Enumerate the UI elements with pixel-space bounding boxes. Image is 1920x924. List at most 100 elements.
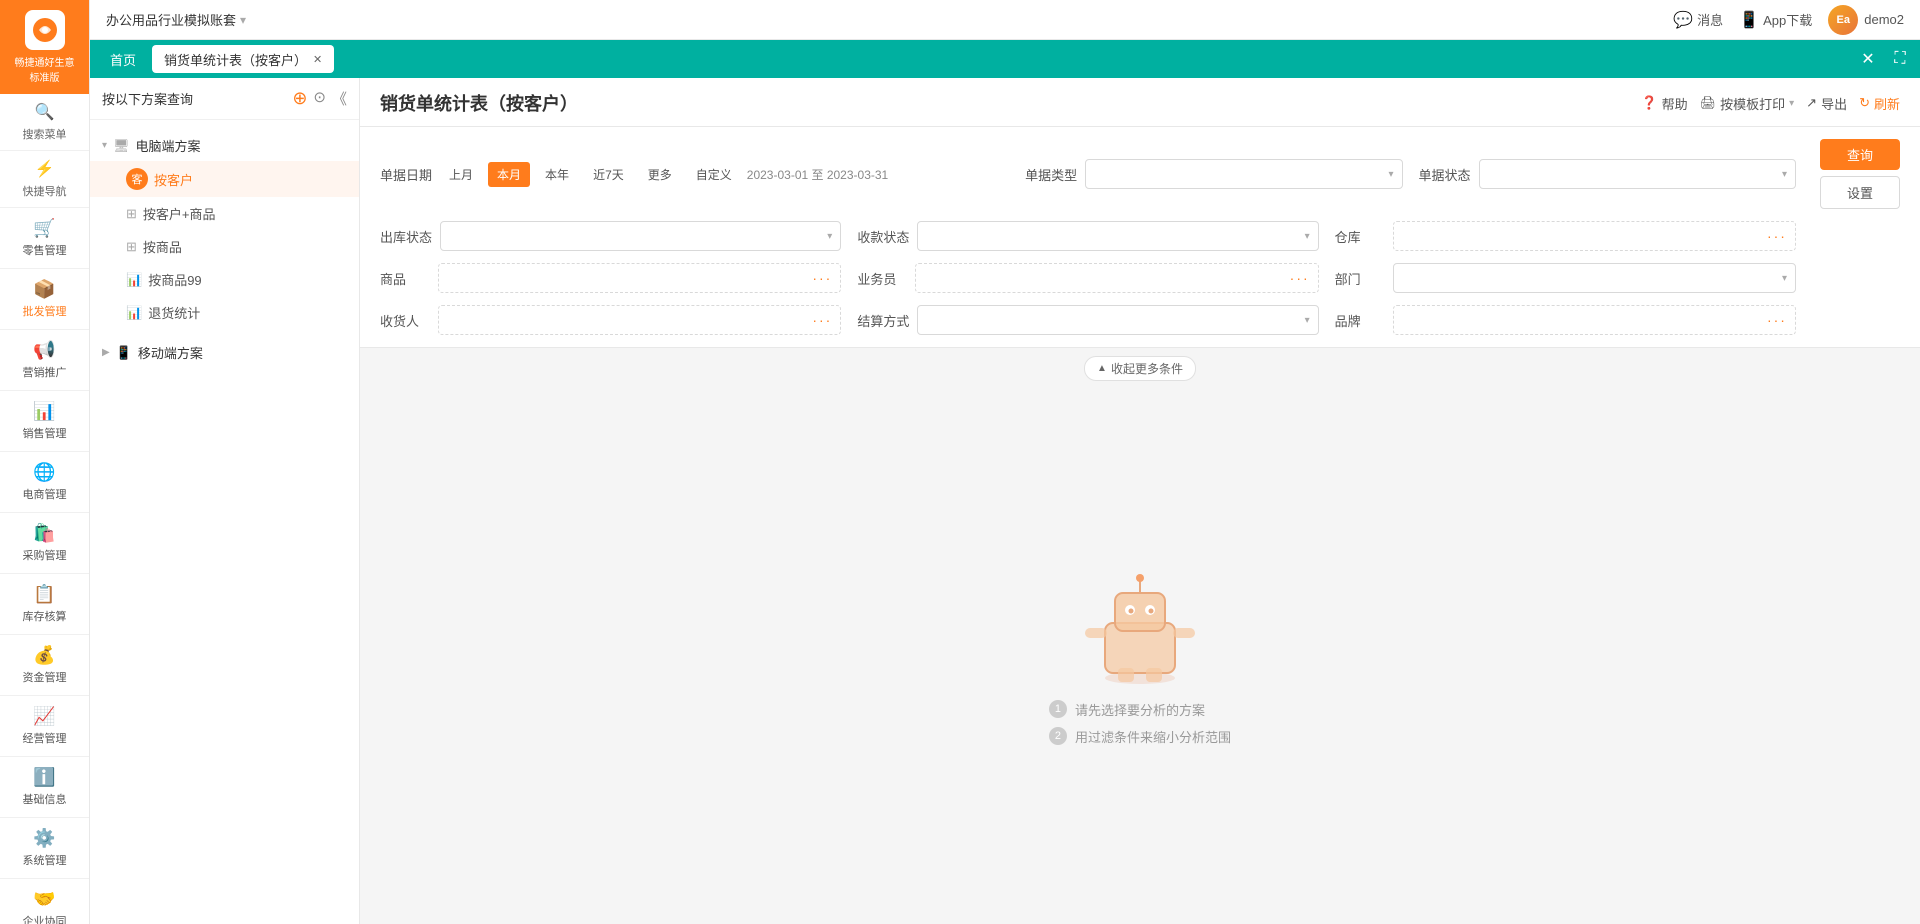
filter-row-2: 出库状态 ▾ 收款状态 ▾ 仓库 [380, 221, 1900, 251]
receiver-input[interactable]: ··· [438, 305, 841, 335]
salesperson-more-icon: ··· [1290, 270, 1310, 286]
type-filter-input[interactable]: ▾ [1085, 159, 1402, 189]
out-status-label: 出库状态 [380, 227, 432, 246]
date-btn-last-month[interactable]: 上月 [440, 162, 482, 187]
purchase-icon: 🛍️ [33, 523, 55, 544]
collapse-panel-button[interactable]: 《 [332, 88, 347, 109]
date-btn-more[interactable]: 更多 [639, 162, 681, 187]
help-button[interactable]: ❓ 帮助 [1641, 94, 1687, 113]
brand-input[interactable]: ··· [1393, 305, 1796, 335]
sidebar-item-cooperation[interactable]: 🤝 企业协同 [0, 879, 89, 924]
tree-item-by-customer-goods[interactable]: ⊞ 按客户+商品 [90, 197, 359, 230]
sidebar-item-wholesale[interactable]: 📦 批发管理 [0, 269, 89, 330]
sidebar-item-base[interactable]: ℹ️ 基础信息 [0, 757, 89, 818]
tab-close-icon[interactable]: ✕ [313, 53, 322, 66]
status-filter-input[interactable]: ▾ [1479, 159, 1796, 189]
export-button[interactable]: ↗ 导出 [1806, 94, 1847, 113]
goods-more-icon: ··· [812, 270, 832, 286]
department-input[interactable]: ▾ [1393, 263, 1796, 293]
wholesale-label: 批发管理 [23, 303, 67, 319]
setting-button[interactable]: 设置 [1820, 176, 1900, 209]
print-label: 按模板打印 [1720, 94, 1785, 113]
sidebar-item-system[interactable]: ⚙️ 系统管理 [0, 818, 89, 879]
tree-group-mobile-header[interactable]: ▶ 📱 移动端方案 [90, 337, 359, 368]
receipt-status-input[interactable]: ▾ [917, 221, 1318, 251]
tree-item-by-goods[interactable]: ⊞ 按商品 [90, 230, 359, 263]
tree-item-return-stat[interactable]: 📊 退货统计 [90, 296, 359, 329]
date-btn-custom[interactable]: 自定义 [687, 162, 741, 187]
operations-label: 经营管理 [23, 730, 67, 746]
message-icon: 💬 [1673, 10, 1693, 30]
left-panel-header: 按以下方案查询 ⊕ ⊙ 《 [90, 78, 359, 120]
industry-selector[interactable]: 办公用品行业模拟账套 ▾ [106, 10, 246, 29]
app-download-button[interactable]: 📱 App下载 [1739, 10, 1812, 30]
settlement-input[interactable]: ▾ [917, 305, 1318, 335]
date-btn-last-7[interactable]: 近7天 [584, 162, 633, 187]
refresh-icon: ↻ [1859, 95, 1870, 111]
sidebar-item-marketing[interactable]: 📢 营销推广 [0, 330, 89, 391]
logo-icon [25, 10, 65, 50]
goods-input[interactable]: ··· [438, 263, 841, 293]
search-button[interactable]: 查询 [1820, 139, 1900, 170]
return-stat-icon: 📊 [126, 305, 142, 321]
top-header-right: 💬 消息 📱 App下载 Ea demo2 [1673, 5, 1904, 35]
sidebar-item-ecommerce[interactable]: 🌐 电商管理 [0, 452, 89, 513]
tab-expand-button[interactable]: ⛶ [1888, 47, 1912, 71]
refresh-button[interactable]: ↻ 刷新 [1859, 94, 1900, 113]
messages-button[interactable]: 💬 消息 [1673, 10, 1723, 30]
tip-text-1: 请先选择要分析的方案 [1075, 700, 1205, 719]
tab-close-all-button[interactable]: ✕ [1856, 47, 1880, 71]
date-btn-this-month[interactable]: 本月 [488, 162, 530, 187]
print-icon: 🖨 [1700, 95, 1717, 111]
tree-group-desktop-header[interactable]: ▾ 🖥 电脑端方案 [90, 130, 359, 161]
shortcut-nav-label: 快捷导航 [23, 183, 67, 199]
settings-scheme-button[interactable]: ⊙ [313, 88, 326, 109]
refresh-label: 刷新 [1874, 94, 1900, 113]
collapse-button[interactable]: ▲ 收起更多条件 [1084, 356, 1196, 381]
tree-item-by-customer[interactable]: 客 按客户 [90, 161, 359, 197]
warehouse-input[interactable]: ··· [1393, 221, 1796, 251]
app-download-label: App下载 [1763, 10, 1812, 29]
sidebar-item-retail[interactable]: 🛒 零售管理 [0, 208, 89, 269]
sidebar-item-finance[interactable]: 💰 资金管理 [0, 635, 89, 696]
shortcut-nav-item[interactable]: ⚡ 快捷导航 [0, 151, 89, 208]
receipt-status-filter-field: 收款状态 ▾ [857, 221, 1318, 251]
expand-mobile-icon: ▶ [102, 347, 110, 358]
add-scheme-button[interactable]: ⊕ [292, 88, 307, 109]
wholesale-icon: 📦 [33, 279, 55, 300]
sidebar-item-purchase[interactable]: 🛍️ 采购管理 [0, 513, 89, 574]
out-status-input[interactable]: ▾ [440, 221, 841, 251]
empty-state: 1 请先选择要分析的方案 2 用过滤条件来缩小分析范围 [360, 389, 1920, 924]
receipt-status-label: 收款状态 [857, 227, 909, 246]
print-button[interactable]: 🖨 按模板打印 ▾ [1700, 94, 1795, 113]
user-menu[interactable]: Ea demo2 [1828, 5, 1904, 35]
inventory-icon: 📋 [33, 584, 55, 605]
search-menu-item[interactable]: 🔍 搜索菜单 [0, 94, 89, 151]
by-customer-icon: 客 [126, 168, 148, 190]
sidebar-item-operations[interactable]: 📈 经营管理 [0, 696, 89, 757]
search-btn-group: 查询 设置 [1820, 139, 1900, 209]
sidebar-item-inventory[interactable]: 📋 库存核算 [0, 574, 89, 635]
sidebar-item-sales[interactable]: 📊 销售管理 [0, 391, 89, 452]
tab-sales-stat[interactable]: 销货单统计表（按客户） ✕ [152, 45, 334, 73]
filter-area: 单据日期 上月 本月 本年 近7天 更多 自定义 2023-03-01 至 20… [360, 127, 1920, 348]
tip-text-2: 用过滤条件来缩小分析范围 [1075, 727, 1231, 746]
receiver-more-icon: ··· [812, 312, 832, 328]
status-filter-field: 单据状态 ▾ [1419, 159, 1796, 189]
left-panel-title: 按以下方案查询 [102, 89, 193, 108]
department-label: 部门 [1335, 269, 1385, 288]
logo-text: 畅捷通好生意 [15, 54, 75, 69]
goods-label: 商品 [380, 269, 430, 288]
collapse-bar[interactable]: ▲ 收起更多条件 [360, 348, 1920, 389]
warehouse-more-icon: ··· [1767, 228, 1787, 244]
collapse-icon: ▲ [1097, 363, 1107, 374]
date-btn-this-year[interactable]: 本年 [536, 162, 578, 187]
scheme-tree: ▾ 🖥 电脑端方案 客 按客户 ⊞ 按客户+商品 ⊞ [90, 120, 359, 924]
empty-tips: 1 请先选择要分析的方案 2 用过滤条件来缩小分析范围 [1049, 700, 1231, 746]
receiver-label: 收货人 [380, 311, 430, 330]
brand-more-icon: ··· [1767, 312, 1787, 328]
salesperson-input[interactable]: ··· [915, 263, 1318, 293]
tab-home[interactable]: 首页 [98, 45, 148, 73]
tree-item-by-goods-99[interactable]: 📊 按商品99 [90, 263, 359, 296]
mobile-icon: 📱 [116, 345, 132, 361]
